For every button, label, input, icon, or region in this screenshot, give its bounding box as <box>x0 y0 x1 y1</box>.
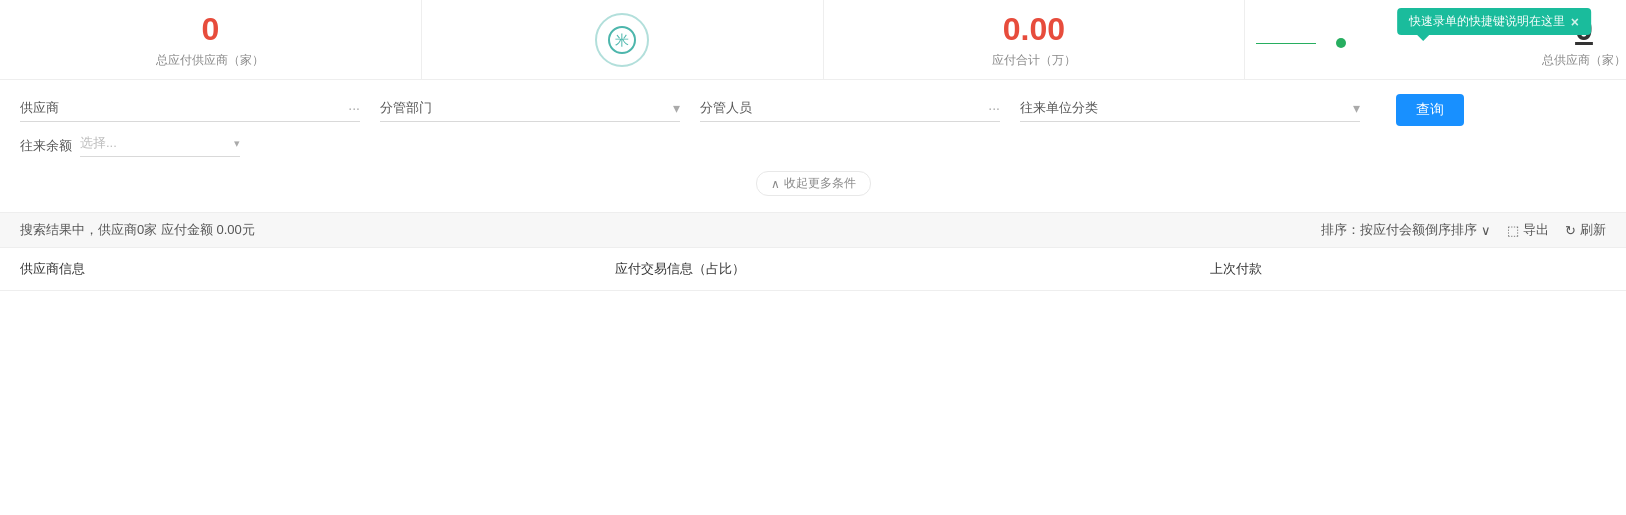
person-more-icon[interactable]: ··· <box>988 100 1000 116</box>
balance-filter-label: 往来余额 <box>20 137 72 155</box>
result-summary: 搜索结果中，供应商0家 应付金额 0.00元 <box>20 221 255 239</box>
person-filter-label: 分管人员 <box>700 99 752 117</box>
dept-filter-label: 分管部门 <box>380 99 432 117</box>
collapse-label: 收起更多条件 <box>784 175 856 192</box>
person-filter-group: 分管人员 ··· <box>700 99 1000 122</box>
payable-suppliers-stat: 0 总应付供应商（家） <box>0 0 422 79</box>
total-suppliers-label: 总供应商（家） <box>1542 52 1626 69</box>
payable-suppliers-label: 总应付供应商（家） <box>156 52 264 69</box>
coin-icon: 米 <box>595 13 649 67</box>
icon-area: 米 <box>422 0 824 79</box>
coin-svg-icon: 米 <box>606 24 638 56</box>
unit-class-input[interactable] <box>1106 100 1360 115</box>
tooltip-bubble: 快速录单的快捷键说明在这里 × <box>1397 8 1591 35</box>
sort-chevron-icon: ∨ <box>1481 223 1491 238</box>
connector-line <box>1256 43 1316 44</box>
connector-dot <box>1336 38 1346 48</box>
sort-label: 排序：按应付会额倒序排序 <box>1321 221 1477 239</box>
supplier-input[interactable] <box>78 100 360 115</box>
filter-row-2: 往来余额 选择... ▾ <box>20 134 1606 157</box>
balance-placeholder: 选择... <box>80 134 226 152</box>
payable-amount-stat: 0.00 应付合计（万） <box>824 0 1246 79</box>
person-input[interactable] <box>760 100 1000 115</box>
sort-button[interactable]: 排序：按应付会额倒序排序 ∨ <box>1321 221 1491 239</box>
supplier-filter-group: 供应商 ··· <box>20 99 360 122</box>
balance-select[interactable]: 选择... ▾ <box>80 134 240 157</box>
refresh-label: 刷新 <box>1580 221 1606 239</box>
unit-class-chevron-icon[interactable]: ▾ <box>1353 100 1360 116</box>
dept-chevron-icon[interactable]: ▾ <box>673 100 680 116</box>
filter-area: 供应商 ··· 分管部门 ▾ 分管人员 ··· 往来单位分类 ▾ 查询 往来余额… <box>0 80 1626 213</box>
tooltip-close-btn[interactable]: × <box>1571 14 1579 30</box>
refresh-icon: ↻ <box>1565 223 1576 238</box>
collapse-button[interactable]: ∧ 收起更多条件 <box>756 171 871 196</box>
right-section: 快速录单的快捷键说明在这里 × 0 总供应商（家） <box>1245 0 1626 79</box>
tooltip-text: 快速录单的快捷键说明在这里 <box>1409 13 1565 30</box>
collapse-icon: ∧ <box>771 177 780 191</box>
refresh-button[interactable]: ↻ 刷新 <box>1565 221 1606 239</box>
col-payment-header: 上次付款 <box>1210 260 1607 278</box>
dept-filter-group: 分管部门 ▾ <box>380 99 680 122</box>
dept-input[interactable] <box>440 100 680 115</box>
svg-text:米: 米 <box>615 32 629 48</box>
unit-class-label: 往来单位分类 <box>1020 99 1098 117</box>
payable-amount-value: 0.00 <box>1003 10 1065 48</box>
supplier-more-icon[interactable]: ··· <box>348 100 360 116</box>
table-header: 供应商信息 应付交易信息（占比） 上次付款 <box>0 248 1626 291</box>
balance-chevron-icon: ▾ <box>234 137 240 150</box>
payable-suppliers-count: 0 <box>201 10 219 48</box>
export-button[interactable]: ⬚ 导出 <box>1507 221 1549 239</box>
col-transaction-header: 应付交易信息（占比） <box>615 260 1210 278</box>
collapse-bar: ∧ 收起更多条件 <box>20 165 1606 206</box>
unit-class-filter-group: 往来单位分类 ▾ <box>1020 99 1360 122</box>
export-label: 导出 <box>1523 221 1549 239</box>
stats-bar: 0 总应付供应商（家） 米 0.00 应付合计（万） 快速录单的快捷键说明在这里… <box>0 0 1626 80</box>
result-actions: 排序：按应付会额倒序排序 ∨ ⬚ 导出 ↻ 刷新 <box>1321 221 1606 239</box>
col-supplier-header: 供应商信息 <box>20 260 615 278</box>
tooltip-connector <box>1256 38 1346 48</box>
content-area <box>0 291 1626 515</box>
payable-amount-label: 应付合计（万） <box>992 52 1076 69</box>
export-icon: ⬚ <box>1507 223 1519 238</box>
supplier-filter-label: 供应商 <box>20 99 70 117</box>
result-bar: 搜索结果中，供应商0家 应付金额 0.00元 排序：按应付会额倒序排序 ∨ ⬚ … <box>0 213 1626 248</box>
query-button[interactable]: 查询 <box>1396 94 1464 126</box>
filter-row-1: 供应商 ··· 分管部门 ▾ 分管人员 ··· 往来单位分类 ▾ 查询 <box>20 94 1606 126</box>
